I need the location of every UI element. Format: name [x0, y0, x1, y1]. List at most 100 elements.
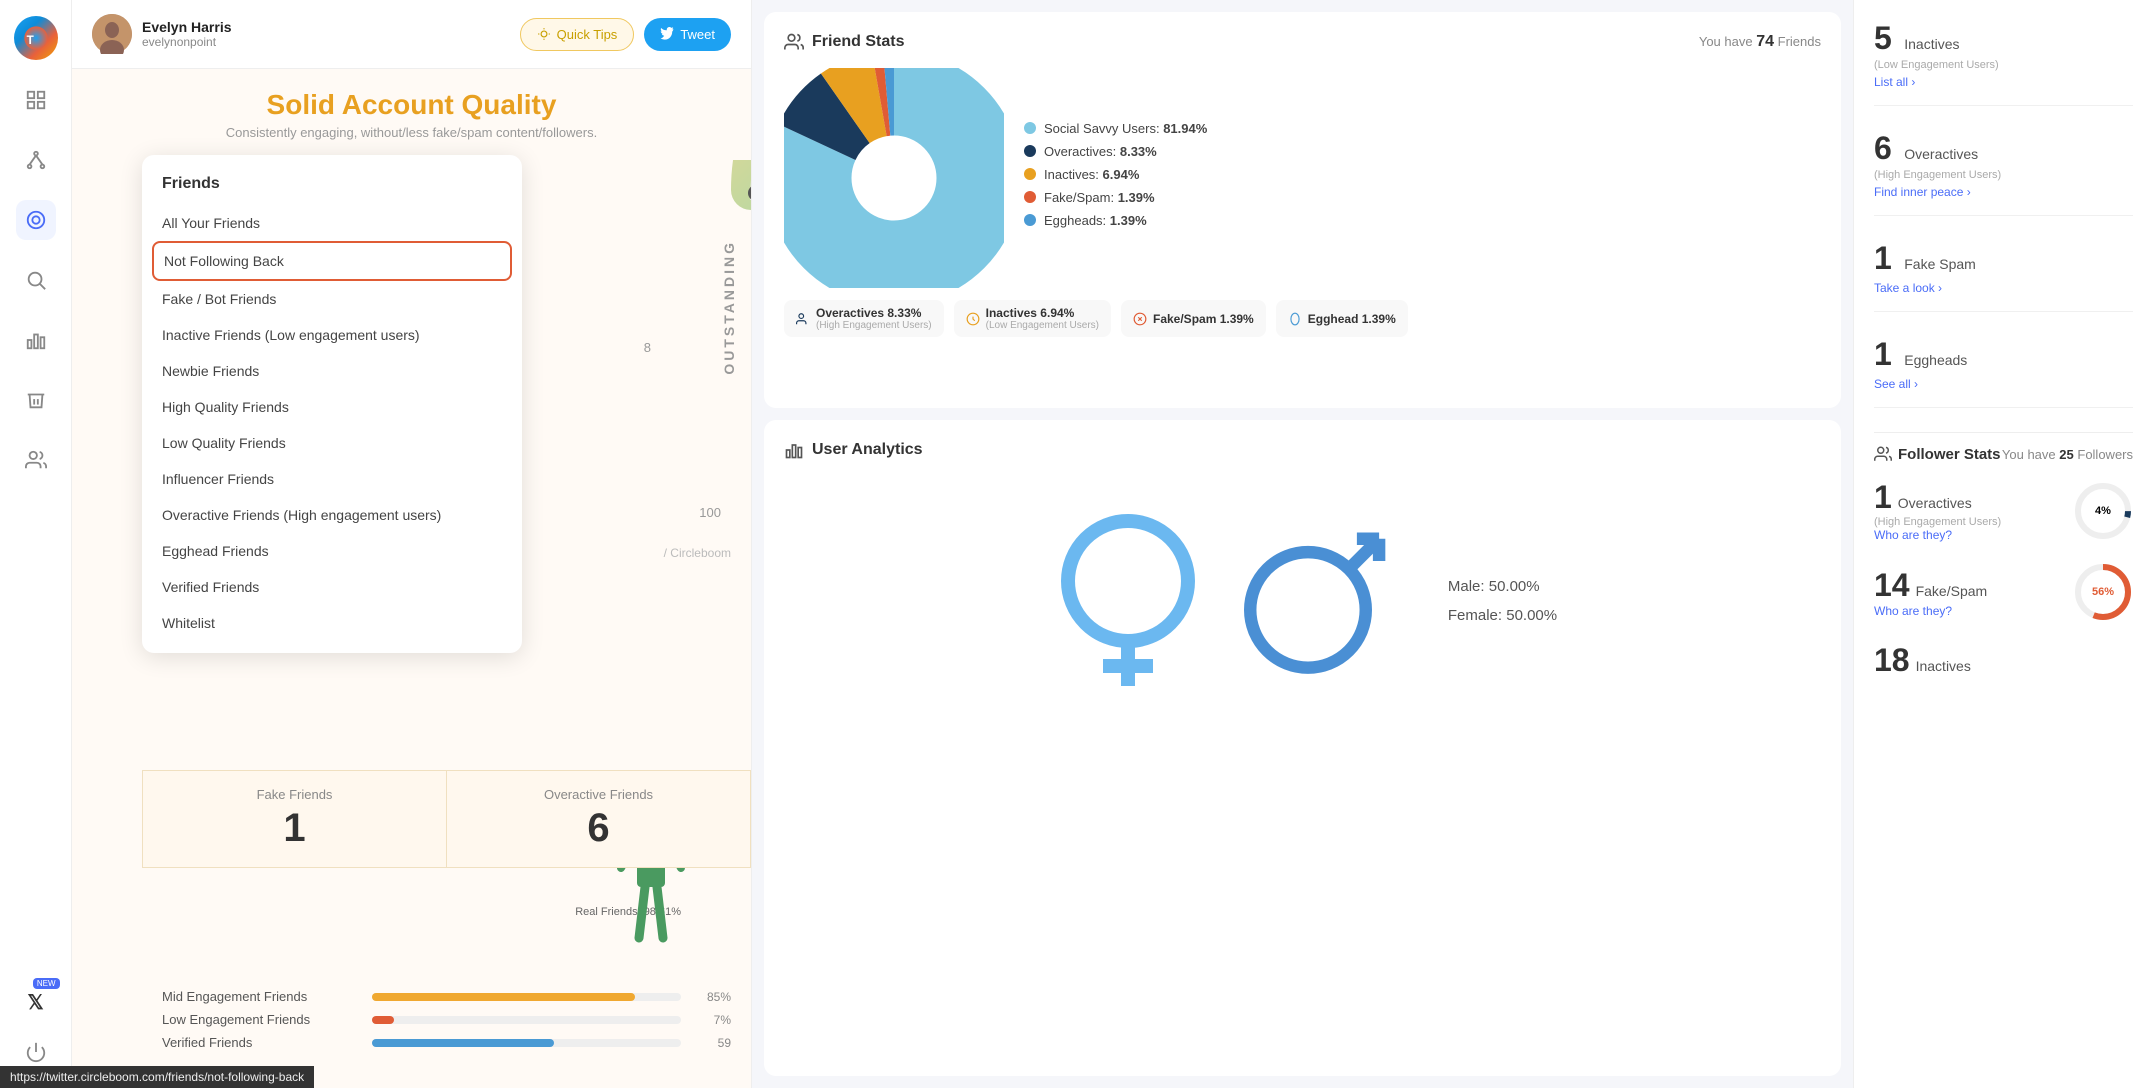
bar-fill-verified [372, 1039, 554, 1047]
overactive-label: Overactive Friends [477, 787, 720, 802]
stats-boxes-row: Fake Friends 1 Overactive Friends 6 [142, 770, 751, 868]
bar-pct-low: 7% [691, 1013, 731, 1027]
stat-fake-spam: 1 Fake Spam Take a look › [1874, 240, 2133, 312]
male-section [1228, 501, 1388, 701]
stat-eggheads: 1 Eggheads See all › [1874, 336, 2133, 408]
bar-row-mid: Mid Engagement Friends 85% [162, 989, 731, 1004]
analytics-title: User Analytics [784, 440, 923, 460]
badge-egghead: Egghead 1.39% [1276, 300, 1408, 337]
user-details: Evelyn Harris evelynonpoint [142, 19, 232, 49]
sidebar-item-search[interactable] [16, 260, 56, 300]
follower-fake-spam: 14 Fake/Spam Who are they? 56% [1874, 562, 2133, 622]
fake-friends-label: Fake Friends [173, 787, 416, 802]
gauge-area: OUTSTANDING 100 8 / Circleboom [521, 160, 751, 580]
follower-overactives: 1 Overactives (High Engagement Users) Wh… [1874, 479, 2133, 542]
legend-overactives: Overactives: 8.33% [1024, 144, 1821, 159]
bar-row-low: Low Engagement Friends 7% [162, 1012, 731, 1027]
overactives-who-link[interactable]: Who are they? [1874, 528, 2001, 542]
sidebar-bottom: 𝕏 NEW [16, 982, 56, 1072]
menu-item-whitelist[interactable]: Whitelist [142, 605, 522, 641]
follower-stats-title: Follower Stats [1874, 445, 2001, 463]
sidebar-item-users[interactable] [16, 440, 56, 480]
analytics-header: User Analytics [784, 440, 1821, 460]
bar-fill-low [372, 1016, 394, 1024]
sidebar-item-circle[interactable] [16, 200, 56, 240]
sidebar-item-x[interactable]: 𝕏 NEW [16, 982, 56, 1022]
pie-badges: Overactives 8.33% (High Engagement Users… [784, 300, 1821, 337]
bar-track-low [372, 1016, 681, 1024]
gauge-value: 100 [699, 505, 721, 520]
egghead-icon [1288, 312, 1302, 326]
top-area: Evelyn Harris evelynonpoint Quick Tips T… [72, 0, 2153, 1088]
female-symbol [1048, 501, 1208, 701]
badge-inactives: Inactives 6.94% (Low Engagement Users) [954, 300, 1111, 337]
bar-row-verified: Verified Friends 59 [162, 1035, 731, 1050]
sidebar-item-chart[interactable] [16, 320, 56, 360]
bar-label-mid: Mid Engagement Friends [162, 989, 362, 1004]
eggheads-link[interactable]: See all › [1874, 377, 2133, 391]
menu-item-overactive[interactable]: Overactive Friends (High engagement user… [142, 497, 522, 533]
inactives-list-link[interactable]: List all › [1874, 75, 2133, 89]
menu-item-fake-bot[interactable]: Fake / Bot Friends [142, 281, 522, 317]
overactive-value: 6 [477, 806, 720, 851]
menu-item-verified[interactable]: Verified Friends [142, 569, 522, 605]
legend-dot-social [1024, 122, 1036, 134]
url-bar: https://twitter.circleboom.com/friends/n… [0, 1066, 314, 1088]
new-badge: NEW [33, 978, 60, 989]
inactives-icon [966, 312, 980, 326]
fake-icon [1133, 312, 1147, 326]
avatar [92, 14, 132, 54]
male-symbol [1228, 501, 1388, 701]
legend-eggheads: Eggheads: 1.39% [1024, 213, 1821, 228]
menu-item-newbie-friends[interactable]: Newbie Friends [142, 353, 522, 389]
badge-overactives: Overactives 8.33% (High Engagement Users… [784, 300, 944, 337]
fake-who-link[interactable]: Who are they? [1874, 604, 1987, 618]
fake-spam-link[interactable]: Take a look › [1874, 281, 2133, 295]
menu-item-all-friends[interactable]: All Your Friends [142, 205, 522, 241]
legend-social-savvy: Social Savvy Users: 81.94% [1024, 121, 1821, 136]
menu-item-influencer[interactable]: Influencer Friends [142, 461, 522, 497]
legend-dot-fake [1024, 191, 1036, 203]
legend-dot-overactive [1024, 145, 1036, 157]
pie-area: Social Savvy Users: 81.94% Overactives: … [784, 68, 1821, 288]
menu-item-inactive-friends[interactable]: Inactive Friends (Low engagement users) [142, 317, 522, 353]
overactive-icon [796, 312, 810, 326]
menu-item-not-following-back[interactable]: Not Following Back [152, 241, 512, 281]
app-logo: T [14, 16, 58, 60]
main-content: Evelyn Harris evelynonpoint Quick Tips T… [72, 0, 2153, 1088]
menu-item-low-quality[interactable]: Low Quality Friends [142, 425, 522, 461]
bar-track-mid [372, 993, 681, 1001]
bar-stats-area: Mid Engagement Friends 85% Low Engagemen… [142, 979, 751, 1068]
quality-banner: Solid Account Quality Consistently engag… [72, 69, 751, 160]
fake-circle: 56% [2073, 562, 2133, 622]
stat-inactives: 5 Inactives (Low Engagement Users) List … [1874, 20, 2133, 106]
sidebar-item-delete[interactable] [16, 380, 56, 420]
analytics-icon [784, 440, 804, 460]
bar-pct-mid: 85% [691, 990, 731, 1004]
gauge-start: 8 [644, 340, 651, 355]
overactives-link[interactable]: Find inner peace › [1874, 185, 2133, 199]
gauge-label: OUTSTANDING [721, 240, 737, 375]
male-pct: Male: 50.00% [1448, 578, 1557, 595]
bar-label-low: Low Engagement Friends [162, 1012, 362, 1027]
pie-legend: Social Savvy Users: 81.94% Overactives: … [1024, 121, 1821, 236]
friend-stats-title: Friend Stats [784, 32, 904, 52]
female-section [1048, 501, 1208, 701]
divider [1874, 432, 2133, 433]
menu-item-egghead[interactable]: Egghead Friends [142, 533, 522, 569]
tweet-button[interactable]: Tweet [644, 18, 731, 51]
gender-area: Male: 50.00% Female: 50.00% [784, 476, 1821, 726]
header-buttons: Quick Tips Tweet [520, 18, 731, 51]
menu-item-high-quality[interactable]: High Quality Friends [142, 389, 522, 425]
friend-stats-card: Friend Stats You have 74 Friends [764, 12, 1841, 408]
bar-track-verified [372, 1039, 681, 1047]
friends-menu-title: Friends [142, 167, 522, 205]
sidebar-item-network[interactable] [16, 140, 56, 180]
quick-tips-button[interactable]: Quick Tips [520, 18, 635, 51]
sidebar-item-dashboard[interactable] [16, 80, 56, 120]
right-panel: Friend Stats You have 74 Friends [752, 0, 2153, 1088]
legend-fake-spam: Fake/Spam: 1.39% [1024, 190, 1821, 205]
overactive-friends-box: Overactive Friends 6 [447, 770, 751, 868]
left-header: Evelyn Harris evelynonpoint Quick Tips T… [72, 0, 751, 69]
user-handle: evelynonpoint [142, 35, 232, 49]
